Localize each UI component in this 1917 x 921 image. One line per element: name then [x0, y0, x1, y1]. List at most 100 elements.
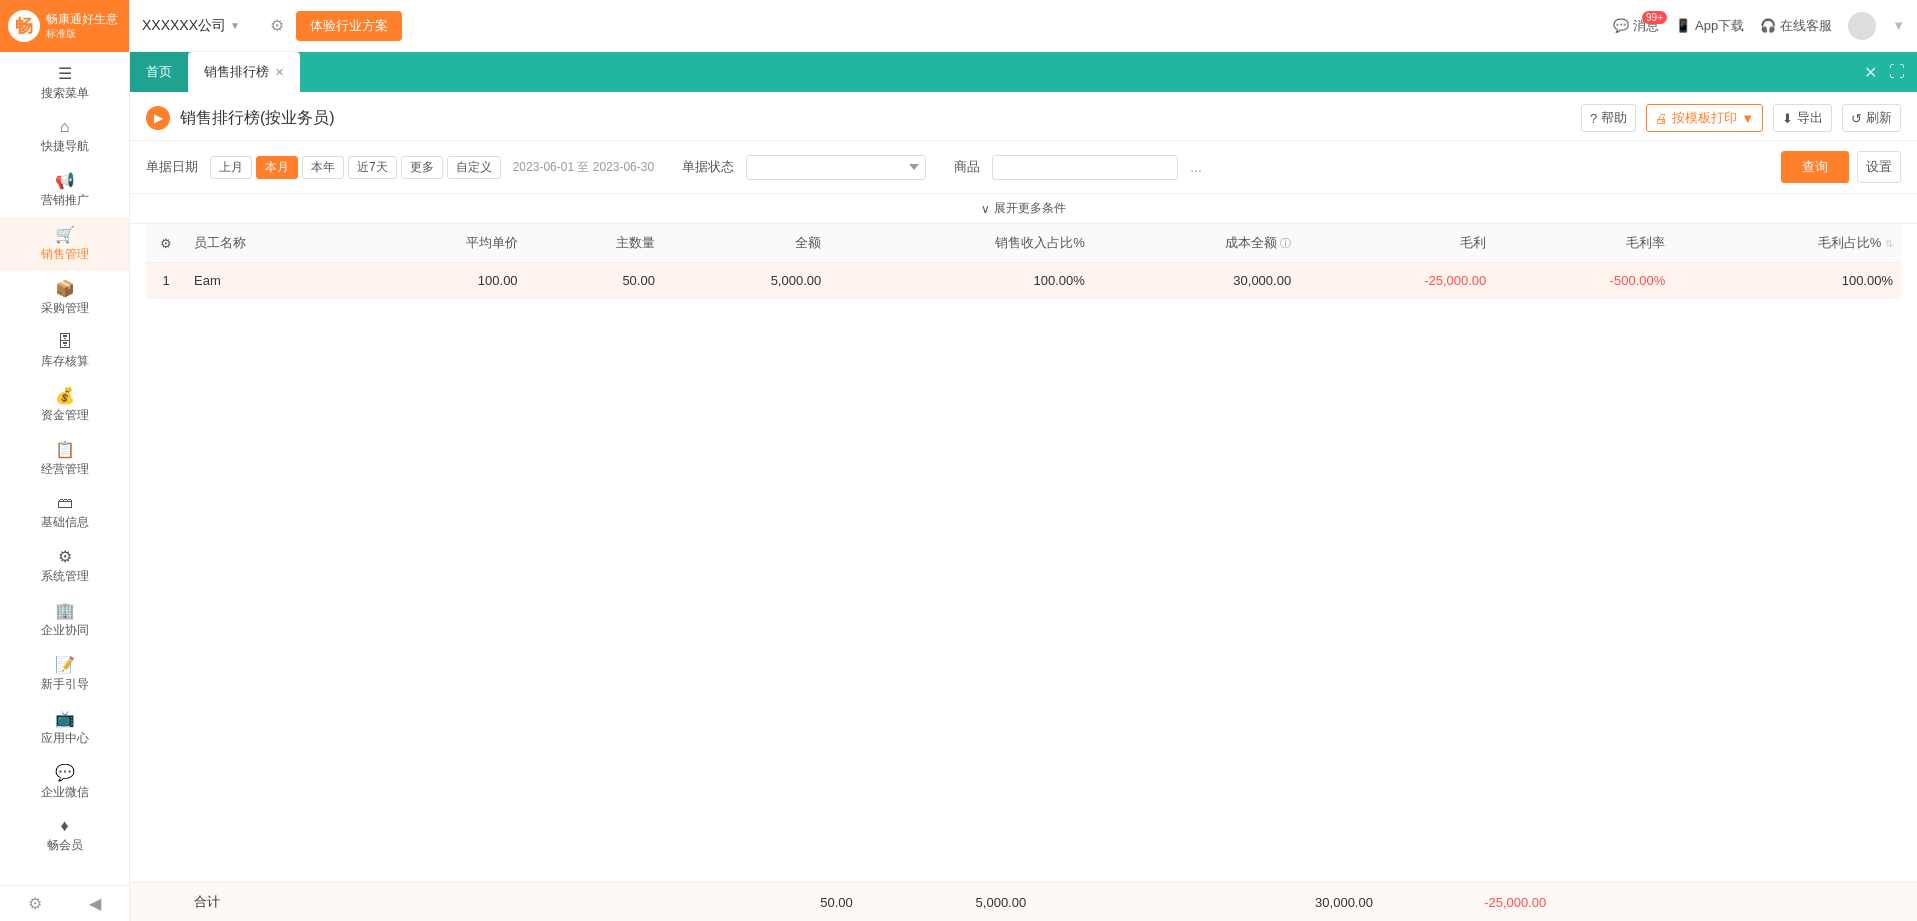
th-amount: 全额: [663, 224, 829, 263]
sidebar-item-search-order[interactable]: ☰ 搜索菜单: [0, 56, 129, 110]
sidebar-icon-sales: 🛒: [55, 225, 75, 244]
trial-button[interactable]: 体验行业方案: [296, 11, 402, 41]
period-btn-更多[interactable]: 更多: [401, 156, 443, 179]
sidebar-item-system[interactable]: ⚙系统管理: [0, 539, 129, 593]
export-icon: ⬇: [1782, 111, 1793, 126]
tab-sales-rank[interactable]: 销售排行榜 ✕: [188, 52, 300, 92]
settings-button[interactable]: 设置: [1857, 151, 1901, 183]
export-button[interactable]: ⬇ 导出: [1773, 104, 1832, 132]
app-icon: 📱: [1675, 18, 1691, 33]
status-select[interactable]: [746, 155, 926, 180]
goods-input[interactable]: [992, 155, 1178, 180]
online-service-item[interactable]: 🎧 在线客服: [1760, 17, 1832, 35]
app-download-item[interactable]: 📱 App下载: [1675, 17, 1744, 35]
avatar[interactable]: [1848, 12, 1876, 40]
cost-info-icon[interactable]: ⓘ: [1280, 237, 1291, 249]
tab-home[interactable]: 首页: [130, 52, 188, 92]
sidebar-label-app-center: 应用中心: [41, 730, 89, 747]
sidebar-collapse-icon[interactable]: ◀: [89, 894, 101, 913]
period-btn-本年[interactable]: 本年: [302, 156, 344, 179]
period-btn-上月[interactable]: 上月: [210, 156, 252, 179]
table-row: 1 Eam 100.00 50.00 5,000.00 100.00% 30,0…: [146, 263, 1901, 299]
expand-down-icon: ∨: [981, 202, 990, 216]
cell-amount: 5,000.00: [663, 263, 829, 299]
help-icon: ?: [1590, 111, 1597, 126]
sidebar-label-search-order: 搜索菜单: [41, 85, 89, 102]
footer-amount: 5,000.00: [853, 895, 1026, 910]
user-name: ▼: [1892, 18, 1905, 33]
cell-cost: 30,000.00: [1093, 263, 1299, 299]
cell-gross: -25,000.00: [1299, 263, 1494, 299]
tab-close-all-icon[interactable]: ✕: [1864, 63, 1877, 82]
refresh-button[interactable]: ↺ 刷新: [1842, 104, 1901, 132]
sidebar-bottom: ⚙ ◀: [0, 885, 129, 921]
expand-more-button[interactable]: ∨ 展开更多条件: [981, 200, 1066, 217]
sidebar-icon-operations: 📋: [55, 440, 75, 459]
sidebar-logo: 畅 畅康通好生意 标准版: [0, 0, 129, 52]
tab-restore-icon[interactable]: ⛶: [1889, 63, 1905, 81]
period-btn-近7天[interactable]: 近7天: [348, 156, 397, 179]
goods-more-icon[interactable]: ...: [1190, 159, 1202, 175]
help-button[interactable]: ? 帮助: [1581, 104, 1636, 132]
goods-filter-label: 商品: [954, 158, 980, 176]
query-button[interactable]: 查询: [1781, 151, 1849, 183]
print-button[interactable]: 🖨 按模板打印 ▼: [1646, 104, 1763, 132]
sidebar-icon-guide: 📝: [55, 655, 75, 674]
sidebar-item-base-info[interactable]: 🗃 基础信息: [0, 486, 129, 539]
sidebar-item-sales[interactable]: 🛒销售管理: [0, 217, 129, 271]
cell-quantity: 50.00: [526, 263, 663, 299]
sidebar-nav: ☰ 搜索菜单 ⌂快捷导航📢营销推广🛒销售管理📦采购管理🗄库存核算💰资金管理📋经营管理…: [0, 52, 129, 885]
message-item[interactable]: 💬 消息 99+: [1613, 17, 1659, 35]
sidebar-label-base-info: 基础信息: [41, 514, 89, 531]
sidebar-label-wechat: 企业微信: [41, 784, 89, 801]
sidebar-item-enterprise[interactable]: 🏢企业协同: [0, 593, 129, 647]
service-label: 在线客服: [1780, 17, 1832, 35]
tab-bar: 首页 销售排行榜 ✕ ✕ ⛶: [130, 52, 1917, 92]
sidebar-item-marketing[interactable]: 📢营销推广: [0, 163, 129, 217]
tab-close-icon[interactable]: ✕: [275, 66, 284, 79]
period-btn-自定义[interactable]: 自定义: [447, 156, 501, 179]
expand-arrow-icon[interactable]: ▶: [146, 106, 170, 130]
date-range: 2023-06-01 至 2023-06-30: [513, 159, 654, 176]
sidebar-label-member: 畅会员: [47, 837, 83, 854]
sidebar-icon-base-info: 🗃: [57, 494, 73, 512]
cell-gross-pct: 100.00%: [1673, 263, 1901, 299]
footer-total-label: 合计: [194, 893, 506, 911]
table-footer: 合计 50.00 5,000.00 30,000.00 -25,000.00: [130, 882, 1917, 921]
th-sales-pct: 销售收入占比%: [829, 224, 1093, 263]
filter-row: 单据日期 上月本月本年近7天更多自定义 2023-06-01 至 2023-06…: [146, 151, 1901, 183]
sidebar-label-quick-nav: 快捷导航: [41, 138, 89, 155]
period-btn-本月[interactable]: 本月: [256, 156, 298, 179]
sidebar-item-app-center[interactable]: 📺应用中心: [0, 701, 129, 755]
gross-pct-sort-icon[interactable]: ⇅: [1885, 238, 1893, 249]
sidebar-item-inventory[interactable]: 🗄库存核算: [0, 325, 129, 378]
sidebar-item-member[interactable]: ♦ 畅会员: [0, 809, 129, 862]
sidebar-item-quick-nav[interactable]: ⌂快捷导航: [0, 110, 129, 163]
sidebar-item-purchase[interactable]: 📦采购管理: [0, 271, 129, 325]
date-filter-label: 单据日期: [146, 158, 198, 176]
cell-name: Eam: [186, 263, 356, 299]
sidebar-icon-finance: 💰: [55, 386, 75, 405]
tab-home-label: 首页: [146, 63, 172, 81]
cell-sales-pct: 100.00%: [829, 263, 1093, 299]
company-settings-icon[interactable]: ⚙: [270, 16, 284, 35]
th-gross-pct: 毛利占比% ⇅: [1673, 224, 1901, 263]
status-filter-label: 单据状态: [682, 158, 734, 176]
th-avg-price: 平均单价: [356, 224, 526, 263]
print-chevron-icon: ▼: [1741, 111, 1754, 126]
footer-gross: -25,000.00: [1373, 895, 1546, 910]
service-icon: 🎧: [1760, 18, 1776, 33]
sidebar-item-finance[interactable]: 💰资金管理: [0, 378, 129, 432]
tab-bar-right: ✕ ⛶: [1864, 63, 1917, 82]
sidebar-icon-search-order: ☰: [58, 64, 72, 83]
sidebar-item-guide[interactable]: 📝新手引导: [0, 647, 129, 701]
data-table: ⚙ 员工名称 平均单价 主数量 全额 销售收入占比% 成本全额 ⓘ 毛利 毛利率…: [146, 224, 1901, 299]
sidebar-item-operations[interactable]: 📋经营管理: [0, 432, 129, 486]
message-badge: 99+: [1642, 11, 1667, 24]
company-selector[interactable]: XXXXXX公司 ▼: [142, 17, 262, 35]
sidebar-icon-member: ♦: [60, 817, 68, 835]
sidebar-settings-icon[interactable]: ⚙: [28, 894, 42, 913]
cell-avg-price: 100.00: [356, 263, 526, 299]
sidebar-icon-wechat: 💬: [55, 763, 75, 782]
sidebar-item-wechat[interactable]: 💬 企业微信: [0, 755, 129, 809]
